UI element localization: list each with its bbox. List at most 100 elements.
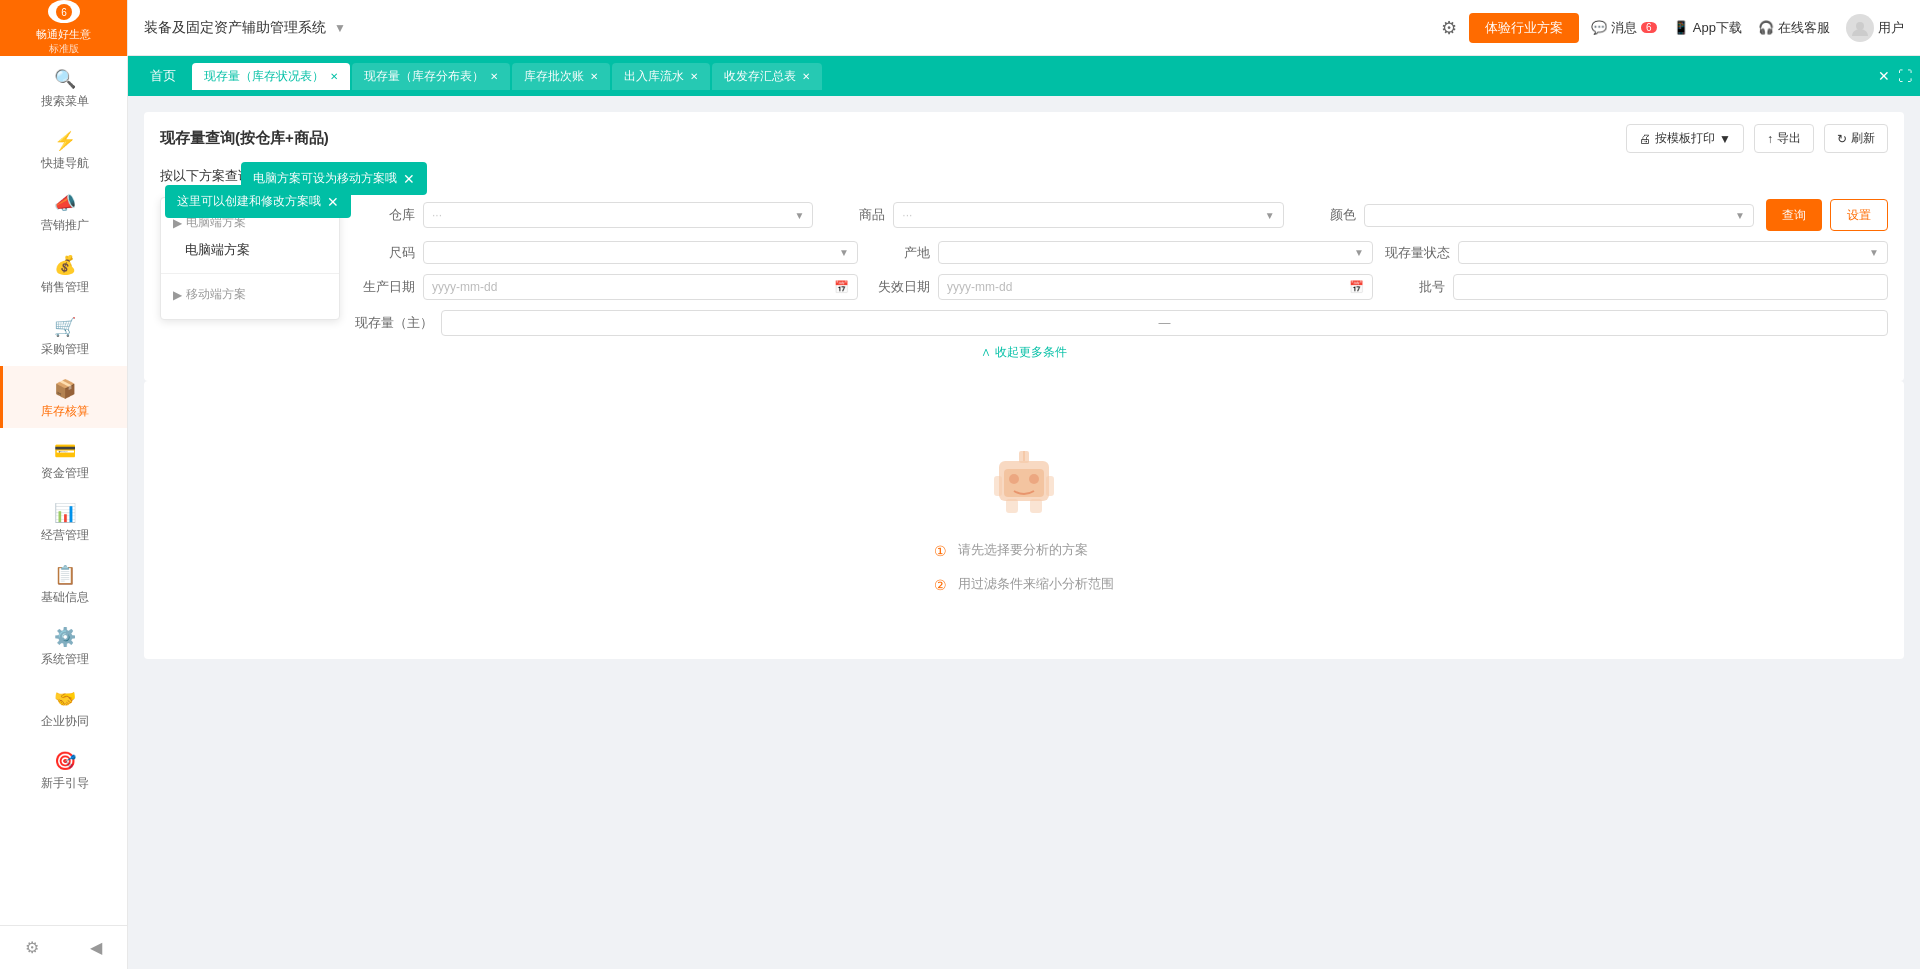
tab-close-icon[interactable]: ✕: [330, 71, 338, 82]
export-icon: ↑: [1767, 132, 1773, 146]
sidebar-item-label: 资金管理: [41, 465, 89, 482]
topbar-gear[interactable]: ⚙: [1441, 17, 1457, 39]
fullscreen-icon[interactable]: ⛶: [1898, 68, 1912, 84]
batch-label: 批号: [1385, 278, 1445, 296]
tip1-text: 请先选择要分析的方案: [958, 537, 1088, 563]
tab-close-icon[interactable]: ✕: [590, 71, 598, 82]
search-btn[interactable]: 查询: [1766, 199, 1822, 231]
user-label: 用户: [1878, 19, 1904, 37]
sidebar-item-enterprise[interactable]: 🤝 企业协同: [0, 676, 127, 738]
tab-inventory-dist[interactable]: 现存量（库存分布表） ✕: [352, 63, 510, 90]
money-icon: 💰: [54, 254, 76, 276]
tab-close-icon[interactable]: ✕: [802, 71, 810, 82]
collapse-bar[interactable]: ∧ 收起更多条件: [160, 336, 1888, 369]
filter-section: 按以下方案查询 + ✎ ← 电脑方案可设为移动方案哦 ✕: [160, 165, 1888, 336]
tab-home[interactable]: 首页: [136, 61, 190, 91]
sidebar-item-basic[interactable]: 📋 基础信息: [0, 552, 127, 614]
svg-rect-4: [1004, 469, 1044, 497]
phone-icon: 📱: [1673, 20, 1689, 35]
sidebar-item-sales[interactable]: 💰 销售管理: [0, 242, 127, 304]
clipboard-icon: 📋: [54, 564, 76, 586]
expiry-date-input[interactable]: yyyy-mm-dd 📅: [938, 274, 1373, 300]
tab-close-icon[interactable]: ✕: [490, 71, 498, 82]
megaphone-icon: 📣: [54, 192, 76, 214]
sidebar-item-quick-nav[interactable]: ⚡ 快捷导航: [0, 118, 127, 180]
page-actions: 🖨 按模板打印 ▼ ↑ 导出 ↻ 刷新: [1626, 124, 1888, 153]
stock-qty-max[interactable]: [1177, 316, 1880, 330]
filter-group-warehouse: 仓库 ··· ▼: [355, 202, 813, 228]
goods-select[interactable]: ··· ▼: [893, 202, 1283, 228]
refresh-btn[interactable]: ↻ 刷新: [1824, 124, 1888, 153]
gear-icon: ⚙️: [54, 626, 76, 648]
export-btn[interactable]: ↑ 导出: [1754, 124, 1814, 153]
tab-label: 收发存汇总表: [724, 68, 796, 85]
collapse-label: 收起更多条件: [995, 345, 1067, 359]
edit-scheme-popover-close[interactable]: ✕: [327, 194, 339, 210]
filter-rows-container: 仓库 ··· ▼ 商品 ··· ▼: [355, 199, 1888, 336]
size-select[interactable]: ▼: [423, 241, 858, 264]
production-date-label: 生产日期: [355, 278, 415, 296]
expand-icon[interactable]: ▼: [334, 21, 346, 35]
empty-tips: ① 请先选择要分析的方案 ② 用过滤条件来缩小分析范围: [934, 537, 1114, 599]
batch-input[interactable]: [1453, 274, 1888, 300]
cart-icon: 🛒: [54, 316, 76, 338]
sidebar-item-purchase[interactable]: 🛒 采购管理: [0, 304, 127, 366]
app-download-item[interactable]: 📱 App下载: [1673, 19, 1742, 37]
lightning-icon: ⚡: [54, 130, 76, 152]
trial-btn[interactable]: 体验行业方案: [1469, 13, 1579, 43]
size-label: 尺码: [355, 244, 415, 262]
sidebar-item-label: 系统管理: [41, 651, 89, 668]
print-template-btn[interactable]: 🖨 按模板打印 ▼: [1626, 124, 1744, 153]
sidebar-item-operations[interactable]: 📊 经营管理: [0, 490, 127, 552]
scheme-popover-close[interactable]: ✕: [403, 171, 415, 187]
origin-select[interactable]: ▼: [938, 241, 1373, 264]
sidebar-item-finance[interactable]: 💳 资金管理: [0, 428, 127, 490]
sidebar-item-inventory[interactable]: 📦 库存核算: [0, 366, 127, 428]
collapse-up-icon: ∧: [981, 345, 991, 359]
filter-row-2: 尺码 ▼ 产地 ▼ 现存量状态: [355, 241, 1888, 264]
filter-group-expiry-date: 失效日期 yyyy-mm-dd 📅: [870, 274, 1373, 300]
app-sub: 标准版: [49, 42, 79, 56]
tabbar-end: ✕ ⛶: [1878, 68, 1912, 84]
reset-btn[interactable]: 设置: [1830, 199, 1888, 231]
settings-bottom-icon[interactable]: ⚙: [25, 938, 39, 957]
sidebar-item-marketing[interactable]: 📣 营销推广: [0, 180, 127, 242]
stock-qty-label: 现存量（主）: [355, 314, 433, 332]
tab-inventory-status[interactable]: 现存量（库存状况表） ✕: [192, 63, 350, 90]
tab-receive-summary[interactable]: 收发存汇总表 ✕: [712, 63, 822, 90]
sidebar-item-search-menu[interactable]: 🔍 搜索菜单: [0, 56, 127, 118]
warehouse-select[interactable]: ··· ▼: [423, 202, 813, 228]
chevron-down-icon: ▼: [1869, 247, 1879, 258]
user-item[interactable]: 用户: [1846, 14, 1904, 42]
message-item[interactable]: 💬 消息 6: [1591, 19, 1657, 37]
filter-group-goods: 商品 ··· ▼: [825, 202, 1283, 228]
production-date-input[interactable]: yyyy-mm-dd 📅: [423, 274, 858, 300]
filter-group-size: 尺码 ▼: [355, 241, 858, 264]
color-select[interactable]: ▼: [1364, 204, 1754, 227]
origin-label: 产地: [870, 244, 930, 262]
close-all-icon[interactable]: ✕: [1878, 68, 1890, 84]
stock-qty-min[interactable]: [450, 316, 1153, 330]
system-name-label: 装备及固定资产辅助管理系统: [144, 19, 326, 37]
collapse-sidebar-icon[interactable]: ◀: [90, 938, 102, 957]
scheme-item-pc[interactable]: 电脑端方案: [161, 235, 339, 265]
tip2-icon: ②: [934, 571, 952, 599]
page-content: 现存量查询(按仓库+商品) 🖨 按模板打印 ▼ ↑ 导出 ↻ 刷新: [128, 96, 1920, 969]
scheme-group-mobile-header[interactable]: ▶ 移动端方案: [161, 282, 339, 307]
topbar: 装备及固定资产辅助管理系统 ▼ ⚙ 体验行业方案 💬 消息 6 📱 App下载 …: [128, 0, 1920, 56]
chevron-right-icon: ▶: [173, 288, 182, 302]
message-badge: 6: [1641, 22, 1657, 33]
svg-rect-12: [1030, 499, 1042, 513]
filter-group-batch: 批号: [1385, 274, 1888, 300]
stock-qty-range: —: [441, 310, 1888, 336]
sidebar-item-guide[interactable]: 🎯 新手引导: [0, 738, 127, 800]
range-separator: —: [1159, 316, 1171, 330]
tab-in-out-flow[interactable]: 出入库流水 ✕: [612, 63, 710, 90]
sidebar-item-system[interactable]: ⚙️ 系统管理: [0, 614, 127, 676]
tip1-icon: ①: [934, 537, 952, 565]
filter-group-origin: 产地 ▼: [870, 241, 1373, 264]
tab-batch-account[interactable]: 库存批次账 ✕: [512, 63, 610, 90]
online-support-item[interactable]: 🎧 在线客服: [1758, 19, 1830, 37]
stock-status-select[interactable]: ▼: [1458, 241, 1888, 264]
tab-close-icon[interactable]: ✕: [690, 71, 698, 82]
